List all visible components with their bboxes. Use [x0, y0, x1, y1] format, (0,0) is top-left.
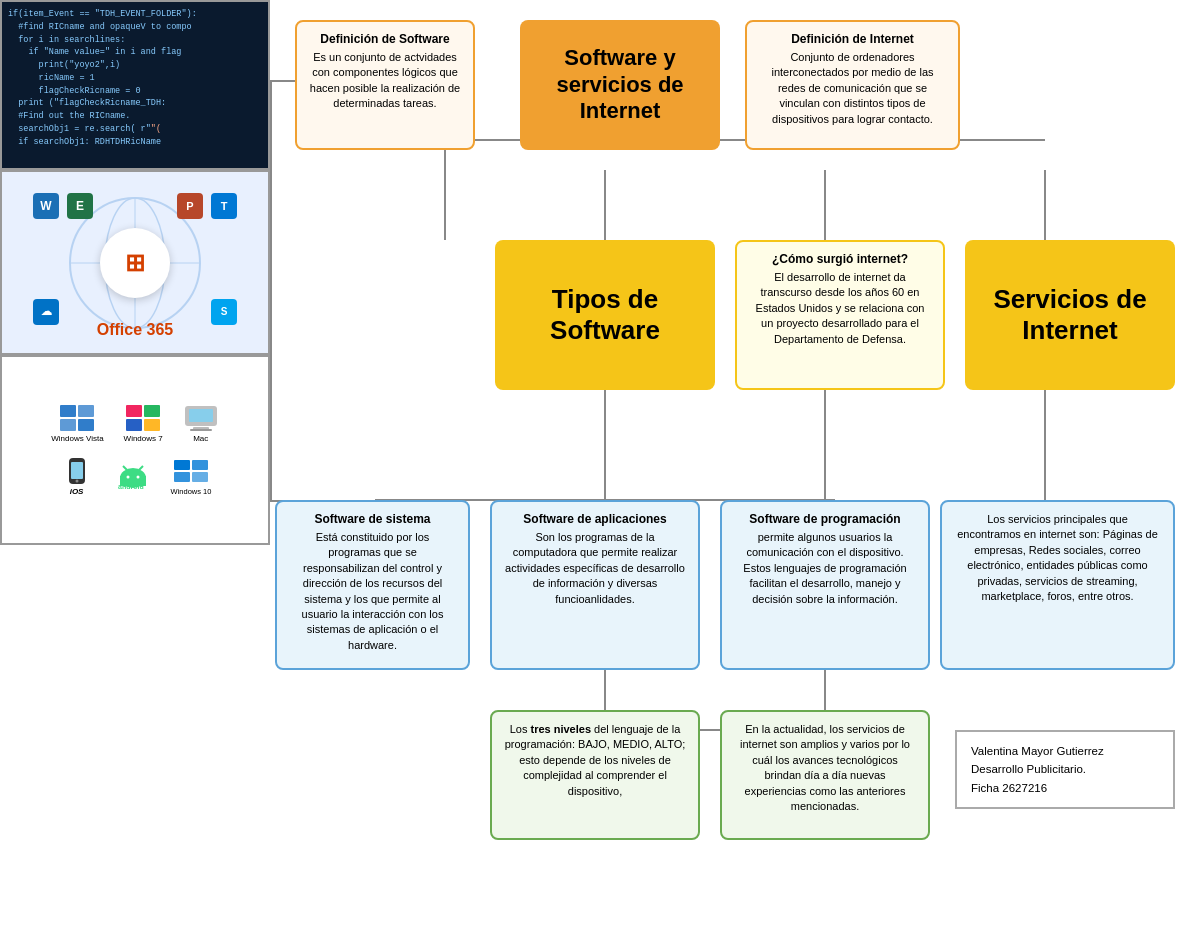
card-servicios-internet: Servicios de Internet	[965, 240, 1175, 390]
os-windows-vista: Windows Vista	[51, 404, 103, 443]
os-mac: Mac	[183, 404, 219, 443]
card-como-surgio-title: ¿Cómo surgió internet?	[749, 252, 931, 266]
card-servicios-actuales: En la actualidad, los servicios de inter…	[720, 710, 930, 840]
office-logo: ⊞	[100, 228, 170, 298]
tres-niveles-bold: tres niveles	[530, 723, 591, 735]
os-ios: iOS	[59, 457, 95, 496]
card-tres-niveles-body: Los tres niveles del lenguaje de la prog…	[504, 722, 686, 799]
svg-rect-7	[78, 419, 94, 431]
card-sw-programacion-body: permite algunos usuarios la comunicación…	[734, 530, 916, 607]
windows-vista-icon	[59, 404, 95, 432]
card-sw-sistema: Software de sistema Está constituido por…	[275, 500, 470, 670]
os-images: Windows Vista Windows 7	[0, 355, 270, 545]
card-def-software-body: Es un conjunto de actvidades con compone…	[309, 50, 461, 112]
svg-rect-9	[144, 405, 160, 417]
card-def-internet-title: Definición de Internet	[759, 32, 946, 46]
card-tipos-software-title: Tipos de Software	[507, 284, 703, 346]
card-sw-sistema-body: Está constituido por los programas que s…	[289, 530, 456, 653]
windows7-icon	[125, 404, 161, 432]
card-servicios-actuales-body: En la actualidad, los servicios de inter…	[734, 722, 916, 814]
app-teams: T	[211, 193, 237, 219]
card-software-internet-title: Software y servicios de Internet	[532, 45, 708, 124]
svg-rect-5	[78, 405, 94, 417]
os-windows10: Windows 10	[171, 457, 212, 496]
app-ppt: P	[177, 193, 203, 219]
svg-text:android: android	[118, 483, 144, 490]
svg-rect-30	[174, 472, 190, 482]
svg-rect-31	[192, 472, 208, 482]
svg-rect-8	[126, 405, 142, 417]
svg-line-25	[123, 466, 127, 470]
svg-rect-4	[60, 405, 76, 417]
svg-rect-10	[126, 419, 142, 431]
card-def-software-title: Definición de Software	[309, 32, 461, 46]
app-excel: E	[67, 193, 93, 219]
card-sw-aplicaciones-title: Software de aplicaciones	[504, 512, 686, 526]
os-android: android	[115, 462, 151, 492]
ios-icon	[59, 457, 95, 485]
card-como-surgio: ¿Cómo surgió internet? El desarrollo de …	[735, 240, 945, 390]
card-software-internet: Software y servicios de Internet	[520, 20, 720, 150]
card-sw-aplicaciones-body: Son los programas de la computadora que …	[504, 530, 686, 607]
card-sw-programacion: Software de programación permite algunos…	[720, 500, 930, 670]
card-sw-programacion-title: Software de programación	[734, 512, 916, 526]
os-windows7: Windows 7	[124, 404, 163, 443]
info-box: Valentina Mayor Gutierrez Desarrollo Pub…	[955, 730, 1175, 809]
card-tipos-software: Tipos de Software	[495, 240, 715, 390]
card-servicios-internet-title: Servicios de Internet	[977, 284, 1163, 346]
office365-label: Office 365	[25, 321, 245, 339]
app-word: W	[33, 193, 59, 219]
mac-icon	[183, 404, 219, 432]
card-como-surgio-body: El desarrollo de internet da transcurso …	[749, 270, 931, 347]
svg-point-23	[126, 475, 129, 478]
svg-rect-13	[189, 409, 213, 422]
card-servicios-principales-body: Los servicios principales que encontramo…	[954, 512, 1161, 604]
card-sw-aplicaciones: Software de aplicaciones Son los program…	[490, 500, 700, 670]
card-def-internet-body: Conjunto de ordenadores interconectados …	[759, 50, 946, 127]
code-image: if(item_Event == "TDH_EVENT_FOLDER"): #f…	[0, 0, 270, 170]
mind-map-area: Definición de Software Es un conjunto de…	[275, 10, 1190, 917]
svg-line-26	[139, 466, 143, 470]
card-servicios-principales: Los servicios principales que encontramo…	[940, 500, 1175, 670]
svg-rect-15	[190, 429, 212, 431]
card-def-internet: Definición de Internet Conjunto de orden…	[745, 20, 960, 150]
svg-rect-11	[144, 419, 160, 431]
card-def-software: Definición de Software Es un conjunto de…	[295, 20, 475, 150]
card-tres-niveles: Los tres niveles del lenguaje de la prog…	[490, 710, 700, 840]
svg-point-24	[136, 475, 139, 478]
svg-rect-17	[71, 462, 83, 479]
svg-point-18	[75, 480, 78, 483]
svg-rect-28	[174, 460, 190, 470]
windows10-icon	[173, 457, 209, 485]
left-column: if(item_Event == "TDH_EVENT_FOLDER"): #f…	[0, 0, 270, 570]
office365-image: W E P T ☁ S ⊞ Office 365	[0, 170, 270, 355]
left-vertical-connector	[270, 80, 272, 500]
info-line1: Valentina Mayor Gutierrez	[971, 742, 1159, 760]
card-sw-sistema-title: Software de sistema	[289, 512, 456, 526]
info-line3: Ficha 2627216	[971, 779, 1159, 797]
svg-rect-6	[60, 419, 76, 431]
android-icon: android	[115, 462, 151, 490]
info-line2: Desarrollo Publicitario.	[971, 760, 1159, 778]
svg-rect-29	[192, 460, 208, 470]
